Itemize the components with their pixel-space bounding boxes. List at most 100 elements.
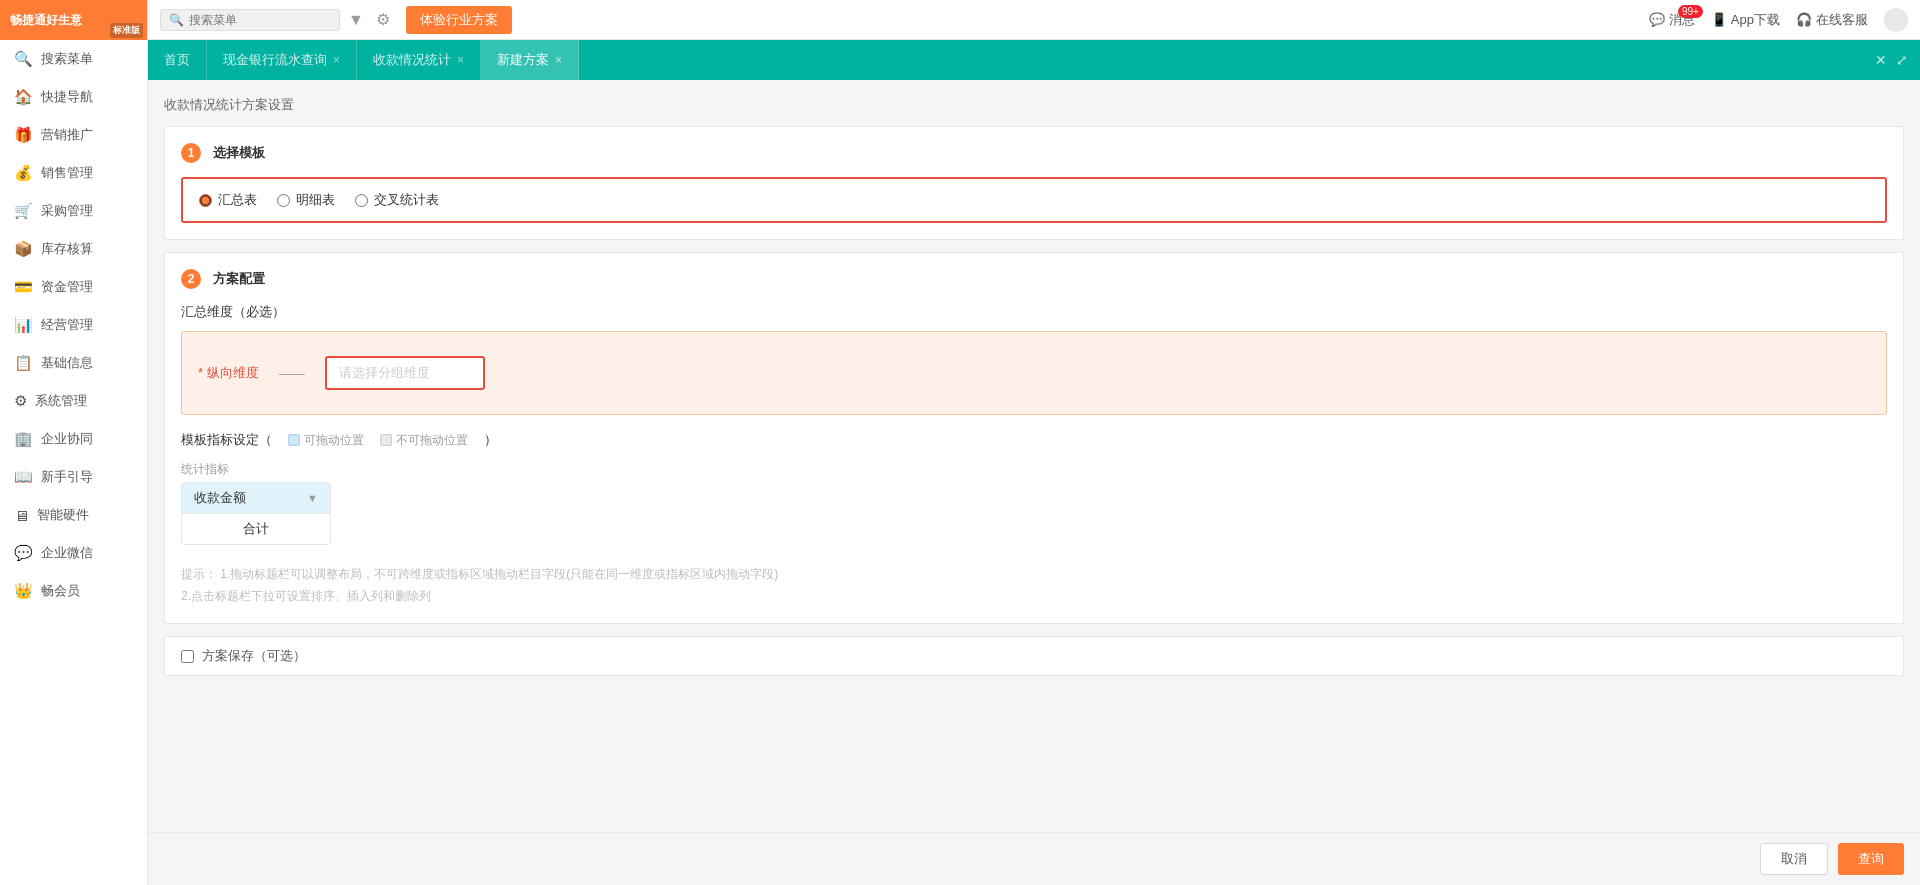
sidebar-item-label: 搜索菜单 [41,50,93,68]
metric-header-dropdown[interactable]: ▼ [307,492,318,504]
tab-new-plan-label: 新建方案 [497,51,549,69]
legend-not-draggable-label: 不可拖动位置 [396,432,468,449]
metric-header[interactable]: 收款金额 ▼ [182,483,330,513]
tab-home-label: 首页 [164,51,190,69]
search-box[interactable]: 🔍 [160,9,340,31]
maximize-icon[interactable]: ⤢ [1896,52,1908,68]
service-btn[interactable]: 🎧 在线客服 [1796,11,1868,29]
sidebar-item-marketing[interactable]: 🎁 营销推广 [0,116,147,154]
sidebar-item-label: 库存核算 [41,240,93,258]
main-area: 🔍 ▼ ⚙ 体验行业方案 💬 消息 99+ 📱 App下载 🎧 在线客服 [148,0,1920,885]
radio-cross[interactable]: 交叉统计表 [355,191,439,209]
save-checkbox[interactable] [181,650,194,663]
not-draggable-dot [380,434,392,446]
tab-new-plan[interactable]: 新建方案 × [481,40,579,80]
avatar-image [1884,8,1908,32]
radio-summary[interactable]: 汇总表 [199,191,257,209]
finance-icon: 💳 [14,278,33,296]
tab-cash-flow[interactable]: 现金银行流水查询 × [207,40,357,80]
step1-card: 1 选择模板 汇总表 明细表 交叉统计表 [164,126,1904,240]
metric-settings-header: 模板指标设定（ 可拖动位置 不可拖动位置 ） [181,431,1887,449]
step2-label: 方案配置 [213,270,265,288]
user-avatar[interactable] [1884,8,1908,32]
tabs-actions: × ⤢ [1863,40,1920,80]
metric-settings-label-text: 模板指标设定（ [181,431,272,449]
sidebar-item-label: 快捷导航 [41,88,93,106]
app-download-btn[interactable]: 📱 App下载 [1711,11,1780,29]
sidebar-item-quick-nav[interactable]: 🏠 快捷导航 [0,78,147,116]
tip-1: 提示： 1.拖动标题栏可以调整布局，不可跨维度或指标区域拖动栏目字段(只能在同一… [181,564,1887,586]
search-input[interactable] [189,13,331,27]
sidebar-item-sales[interactable]: 💰 销售管理 [0,154,147,192]
close-window-icon[interactable]: × [1875,50,1886,71]
sidebar-item-label: 基础信息 [41,354,93,372]
topbar-right: 💬 消息 99+ 📱 App下载 🎧 在线客服 [1649,8,1908,32]
sidebar-item-wechat[interactable]: 💬 企业微信 [0,534,147,572]
sidebar-item-guide[interactable]: 📖 新手引导 [0,458,147,496]
sidebar-item-label: 资金管理 [41,278,93,296]
sidebar-item-inventory[interactable]: 📦 库存核算 [0,230,147,268]
step2-header: 2 方案配置 [181,269,1887,289]
tab-payment-stats-label: 收款情况统计 [373,51,451,69]
industry-btn[interactable]: 体验行业方案 [406,6,512,34]
step2-card: 2 方案配置 汇总维度（必选） * 纵向维度 —— 请选择分组维度 模板指标设定… [164,252,1904,624]
member-icon: 👑 [14,582,33,600]
radio-cross-label: 交叉统计表 [374,191,439,209]
sidebar-item-member[interactable]: 👑 畅会员 [0,572,147,610]
sidebar-item-label: 营销推广 [41,126,93,144]
legend-draggable: 可拖动位置 [288,432,364,449]
sidebar-item-label: 新手引导 [41,468,93,486]
tab-cash-flow-close[interactable]: × [333,53,340,67]
sidebar-item-label: 智能硬件 [37,506,89,524]
notification-btn[interactable]: 💬 消息 99+ [1649,11,1695,29]
metric-cell: 合计 [182,513,330,544]
tips-area: 提示： 1.拖动标题栏可以调整布局，不可跨维度或指标区域拖动栏目字段(只能在同一… [181,564,1887,607]
sidebar-item-finance[interactable]: 💳 资金管理 [0,268,147,306]
notification-icon: 💬 [1649,12,1665,27]
notification-badge: 99+ [1678,5,1703,18]
tab-new-plan-close[interactable]: × [555,53,562,67]
radio-cross-input[interactable] [355,194,368,207]
tab-home[interactable]: 首页 [148,40,207,80]
metric-settings-label-close: ） [484,431,497,449]
metric-table-header-label: 统计指标 [181,461,1887,478]
radio-detail-label: 明细表 [296,191,335,209]
dimension-section-label: 汇总维度（必选） [181,303,1887,321]
radio-detail-input[interactable] [277,194,290,207]
sidebar-item-enterprise[interactable]: 🏢 企业协同 [0,420,147,458]
sidebar-item-hardware[interactable]: 🖥 智能硬件 [0,496,147,534]
legend-draggable-label: 可拖动位置 [304,432,364,449]
cancel-button[interactable]: 取消 [1760,843,1828,875]
service-icon: 🎧 [1796,12,1812,27]
tab-payment-stats[interactable]: 收款情况统计 × [357,40,481,80]
sidebar-item-label: 企业协同 [41,430,93,448]
guide-icon: 📖 [14,468,33,486]
sidebar-item-operations[interactable]: 📊 经营管理 [0,306,147,344]
dimension-select[interactable]: 请选择分组维度 [325,356,485,390]
page-title: 收款情况统计方案设置 [164,96,1904,114]
radio-summary-input[interactable] [199,194,212,207]
footer: 取消 查询 [148,832,1920,885]
service-label: 在线客服 [1816,11,1868,29]
sidebar: 畅捷通好生意 标准版 🔍 搜索菜单 🏠 快捷导航 🎁 营销推广 💰 销售管理 🛒… [0,0,148,885]
search-dropdown-button[interactable]: ▼ [348,11,364,29]
sidebar-item-purchase[interactable]: 🛒 采购管理 [0,192,147,230]
sidebar-item-basic-info[interactable]: 📋 基础信息 [0,344,147,382]
logo-text: 畅捷通好生意 [10,12,82,29]
metric-settings: 模板指标设定（ 可拖动位置 不可拖动位置 ） 统计指标 收款 [181,431,1887,552]
query-button[interactable]: 查询 [1838,843,1904,875]
step1-header: 1 选择模板 [181,143,1887,163]
settings-icon[interactable]: ⚙ [376,10,390,29]
radio-detail[interactable]: 明细表 [277,191,335,209]
enterprise-icon: 🏢 [14,430,33,448]
search-icon: 🔍 [169,13,184,27]
step1-label: 选择模板 [213,144,265,162]
sidebar-item-search-menu[interactable]: 🔍 搜索菜单 [0,40,147,78]
sidebar-item-system[interactable]: ⚙ 系统管理 [0,382,147,420]
search-menu-icon: 🔍 [14,50,33,68]
tabs-spacer [579,40,1863,80]
tip-2: 2.点击标题栏下拉可设置排序、插入列和删除列 [181,586,1887,608]
tab-payment-stats-close[interactable]: × [457,53,464,67]
sales-icon: 💰 [14,164,33,182]
save-label: 方案保存（可选） [202,647,306,665]
